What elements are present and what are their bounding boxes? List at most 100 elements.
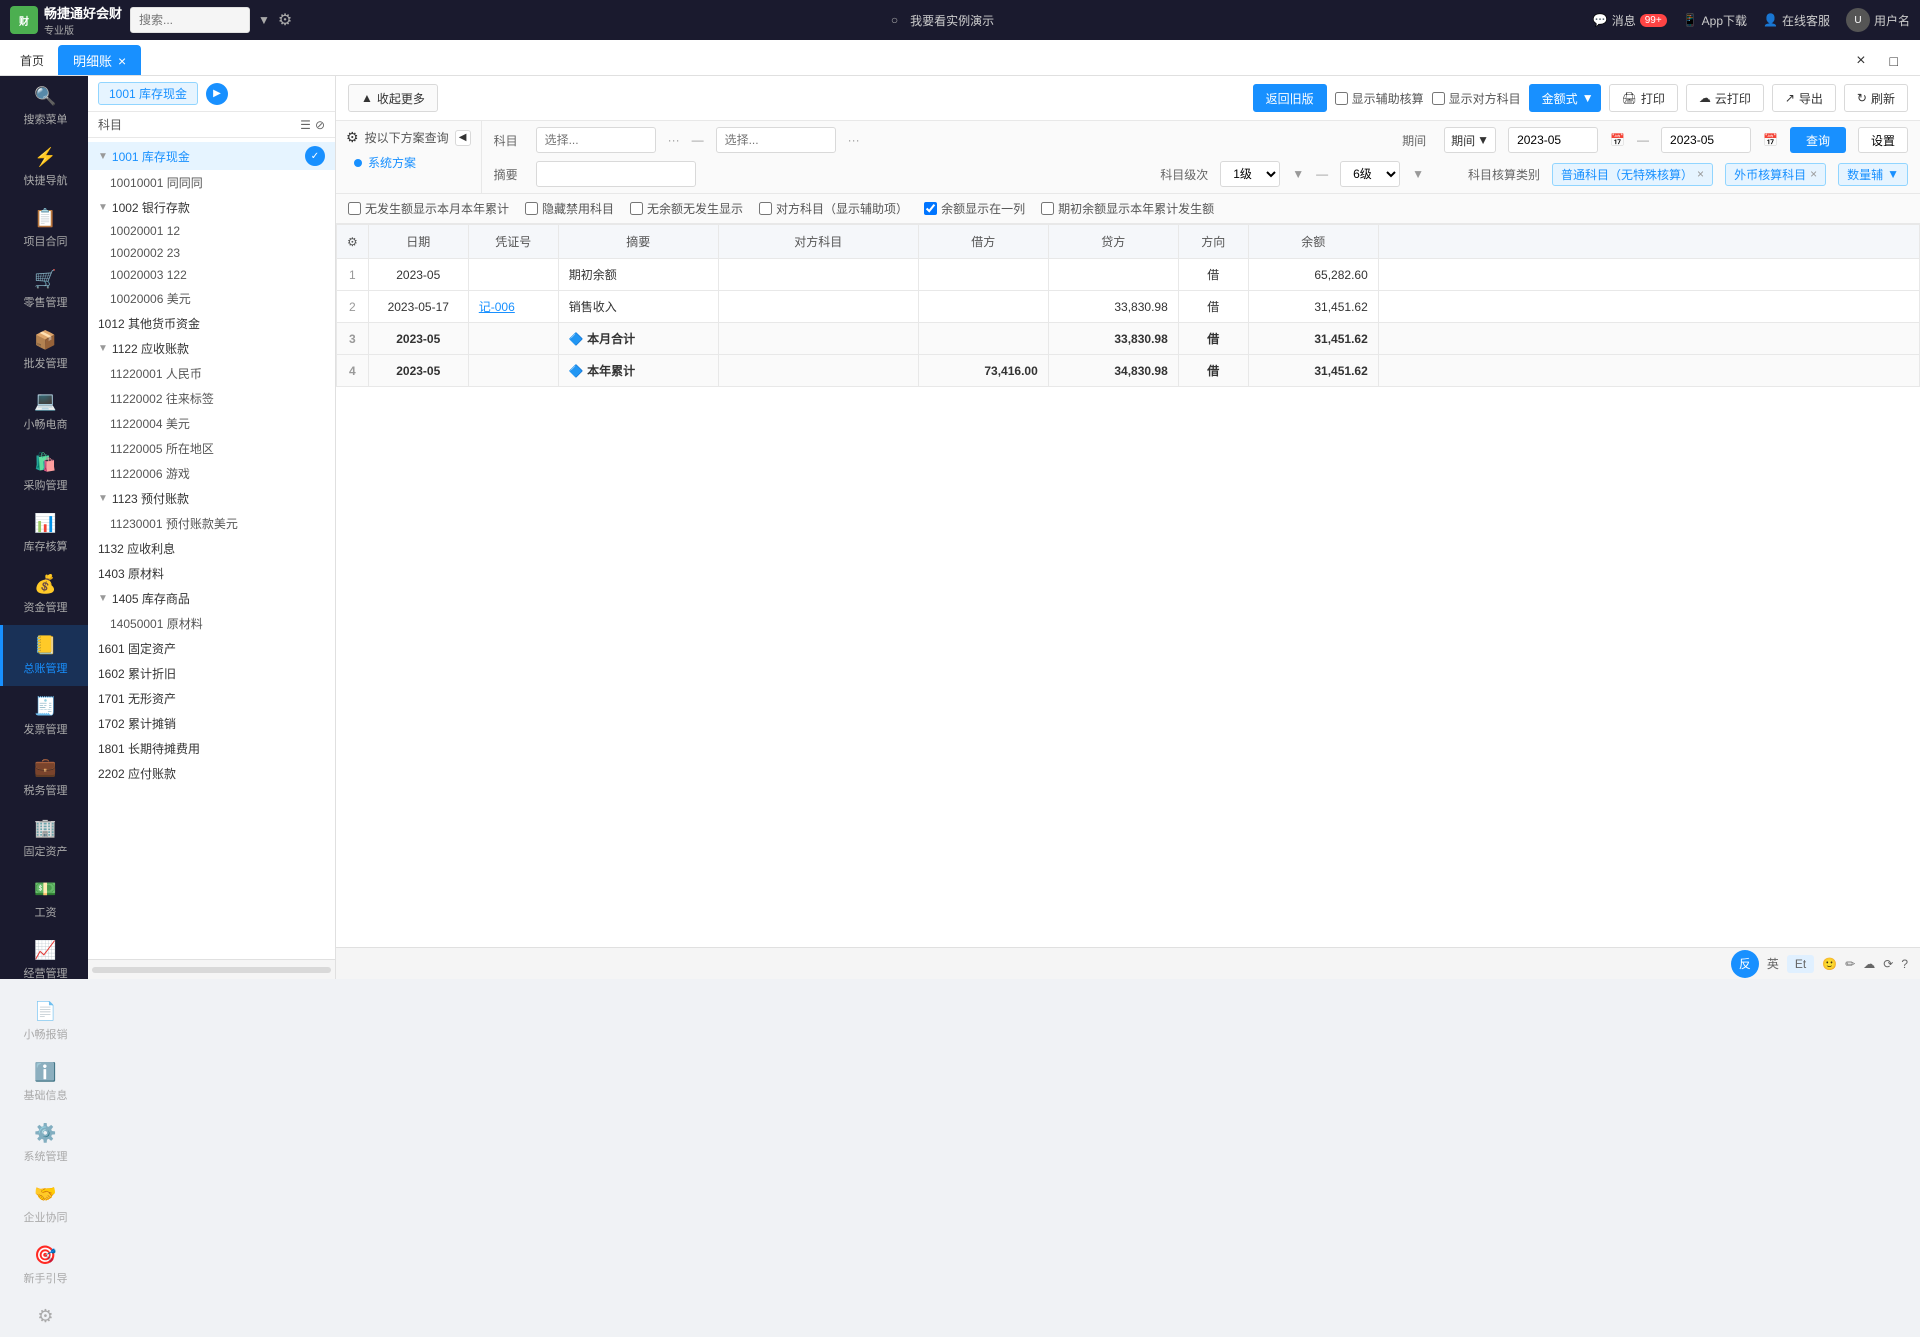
voucher-link[interactable]: 记-006 [479,300,515,314]
tab-close-btn[interactable]: × [118,54,126,68]
sidebar-item-project[interactable]: 📋 项目合同 [0,198,88,259]
tree-scroll-bar[interactable] [88,959,335,979]
tree-item-10010001[interactable]: 10010001 同同同 [88,170,335,195]
tree-item-11230001[interactable]: 11230001 预付账款美元 [88,511,335,536]
sidebar-item-system[interactable]: ⚙️ 系统管理 [0,1113,88,1174]
lang-btn[interactable]: 英 [1767,955,1779,972]
detail-tab[interactable]: 明细账 × [58,45,141,75]
cb-no-balance-input[interactable] [630,202,643,215]
subject-input[interactable] [536,127,656,153]
filter-collapse-icon[interactable]: ◀ [455,130,471,146]
tree-item-10020003[interactable]: 10020003 122 [88,264,335,286]
sidebar-item-ledger[interactable]: 📒 总账管理 [0,625,88,686]
message-btn[interactable]: 💬 消息 99+ [1593,12,1667,29]
show-assist-input[interactable] [1335,92,1348,105]
tree-item-2202[interactable]: 2202 应付账款 [88,761,335,786]
tree-item-14050001[interactable]: 14050001 原材料 [88,611,335,636]
print-btn[interactable]: 🖨 打印 [1609,84,1678,112]
sidebar-item-basics[interactable]: ℹ️ 基础信息 [0,1052,88,1113]
tree-item-11220001[interactable]: 11220001 人民币 [88,361,335,386]
tree-item-1602[interactable]: 1602 累计折旧 [88,661,335,686]
help-icon[interactable]: ? [1901,957,1908,971]
return-old-version-btn[interactable]: 返回旧版 [1253,84,1327,112]
tree-item-10020001[interactable]: 10020001 12 [88,220,335,242]
sidebar-settings-btn[interactable]: ⚙ [0,1296,88,1337]
window-maximize-btn[interactable]: □ [1878,47,1910,75]
period-type-dropdown[interactable]: 期间▼ [1444,127,1496,153]
show-opposite-input[interactable] [1432,92,1445,105]
tree-item-1702[interactable]: 1702 累计摊销 [88,711,335,736]
dropdown-icon[interactable]: ▼ [258,13,270,27]
sidebar-item-newguide[interactable]: 🎯 新手引导 [0,1235,88,1296]
tree-item-1122[interactable]: ▼ 1122 应收账款 [88,336,335,361]
tree-item-1405[interactable]: ▼ 1405 库存商品 [88,586,335,611]
top-search-input[interactable] [130,7,250,33]
cb-initial-balance-input[interactable] [1041,202,1054,215]
sync-icon[interactable]: ⟳ [1883,957,1893,971]
sidebar-item-reports[interactable]: 📄 小畅报销 [0,991,88,1052]
cb-balance-one-col[interactable]: 余额显示在一列 [924,200,1025,217]
edit-icon[interactable]: ✏ [1845,957,1855,971]
sidebar-item-wholesale[interactable]: 📦 批发管理 [0,320,88,381]
feedback-btn[interactable]: 反 [1731,950,1759,978]
ellipsis-icon-1[interactable]: ··· [668,133,680,147]
user-avatar[interactable]: U 用户名 [1846,8,1910,32]
tree-item-1002[interactable]: ▼ 1002 银行存款 [88,195,335,220]
cloud-print-btn[interactable]: ☁ 云打印 [1686,84,1764,112]
sidebar-item-cooperation[interactable]: 🤝 企业协同 [0,1174,88,1235]
cb-opposite-subject[interactable]: 对方科目（显示辅助项） [759,200,908,217]
demo-text[interactable]: 我要看实例演示 [910,12,994,29]
expand-more-btn[interactable]: ▲ 收起更多 [348,84,438,112]
show-opposite-checkbox[interactable]: 显示对方科目 [1432,90,1521,107]
cb-opposite-subject-input[interactable] [759,202,772,215]
date-picker-icon-1[interactable]: 📅 [1610,133,1625,147]
sidebar-item-ops[interactable]: 📈 经营管理 [0,930,88,991]
system-scheme-btn[interactable]: 系统方案 [354,154,471,171]
account-nav-arrow[interactable]: ▶ [206,83,228,105]
show-assist-checkbox[interactable]: 显示辅助核算 [1335,90,1424,107]
window-close-btn[interactable]: × [1844,47,1877,75]
date-picker-icon-2[interactable]: 📅 [1763,133,1778,147]
tree-item-11220006[interactable]: 11220006 游戏 [88,461,335,486]
tag-foreign-close[interactable]: × [1810,167,1817,181]
tree-item-10020006[interactable]: 10020006 美元 [88,286,335,311]
cb-no-amount[interactable]: 无发生额显示本月本年累计 [348,200,509,217]
sidebar-item-quicknav[interactable]: ⚡ 快捷导航 [0,137,88,198]
format-btn[interactable]: 金额式 ▼ [1529,84,1601,112]
level-start-select[interactable]: 1级2级3级 [1220,161,1280,187]
ellipsis-icon-2[interactable]: ··· [848,133,860,147]
tag-normal-close[interactable]: × [1697,167,1704,181]
sidebar-item-invoice[interactable]: 🧾 发票管理 [0,686,88,747]
cb-balance-one-col-input[interactable] [924,202,937,215]
cb-no-amount-input[interactable] [348,202,361,215]
sidebar-item-ecommerce[interactable]: 💻 小畅电商 [0,381,88,442]
sidebar-item-payroll[interactable]: 💵 工资 [0,869,88,930]
tree-item-11220002[interactable]: 11220002 往来标签 [88,386,335,411]
tree-item-1701[interactable]: 1701 无形资产 [88,686,335,711]
online-service-btn[interactable]: 👤 在线客服 [1763,12,1830,29]
tree-item-1012[interactable]: 1012 其他货币资金 [88,311,335,336]
app-download-btn[interactable]: 📱 App下载 [1683,12,1747,29]
sidebar-item-retail[interactable]: 🛒 零售管理 [0,259,88,320]
subject-end-input[interactable] [716,127,836,153]
filter-settings-icon[interactable]: ⚙ [346,129,359,146]
tree-filter-icon[interactable]: ⊘ [315,118,325,132]
cb-initial-balance[interactable]: 期初余额显示本年累计发生额 [1041,200,1214,217]
table-settings-icon[interactable]: ⚙ [347,235,358,249]
tree-item-1403[interactable]: 1403 原材料 [88,561,335,586]
tree-item-11220004[interactable]: 11220004 美元 [88,411,335,436]
tree-item-1801[interactable]: 1801 长期待摊费用 [88,736,335,761]
sidebar-item-search[interactable]: 🔍 搜索菜单 [0,76,88,137]
home-tab[interactable]: 首页 [10,48,54,72]
export-btn[interactable]: ↗ 导出 [1772,84,1836,112]
filter-settings-btn[interactable]: 设置 [1858,127,1908,153]
level-end-select[interactable]: 6级5级 [1340,161,1400,187]
cb-no-balance[interactable]: 无余额无发生显示 [630,200,743,217]
refresh-btn[interactable]: ↻ 刷新 [1844,84,1908,112]
cb-hide-disabled[interactable]: 隐藏禁用科目 [525,200,614,217]
cb-hide-disabled-input[interactable] [525,202,538,215]
tree-list-view-icon[interactable]: ☰ [300,118,311,132]
tree-item-1132[interactable]: 1132 应收利息 [88,536,335,561]
period-start-input[interactable] [1508,127,1598,153]
period-end-input[interactable] [1661,127,1751,153]
